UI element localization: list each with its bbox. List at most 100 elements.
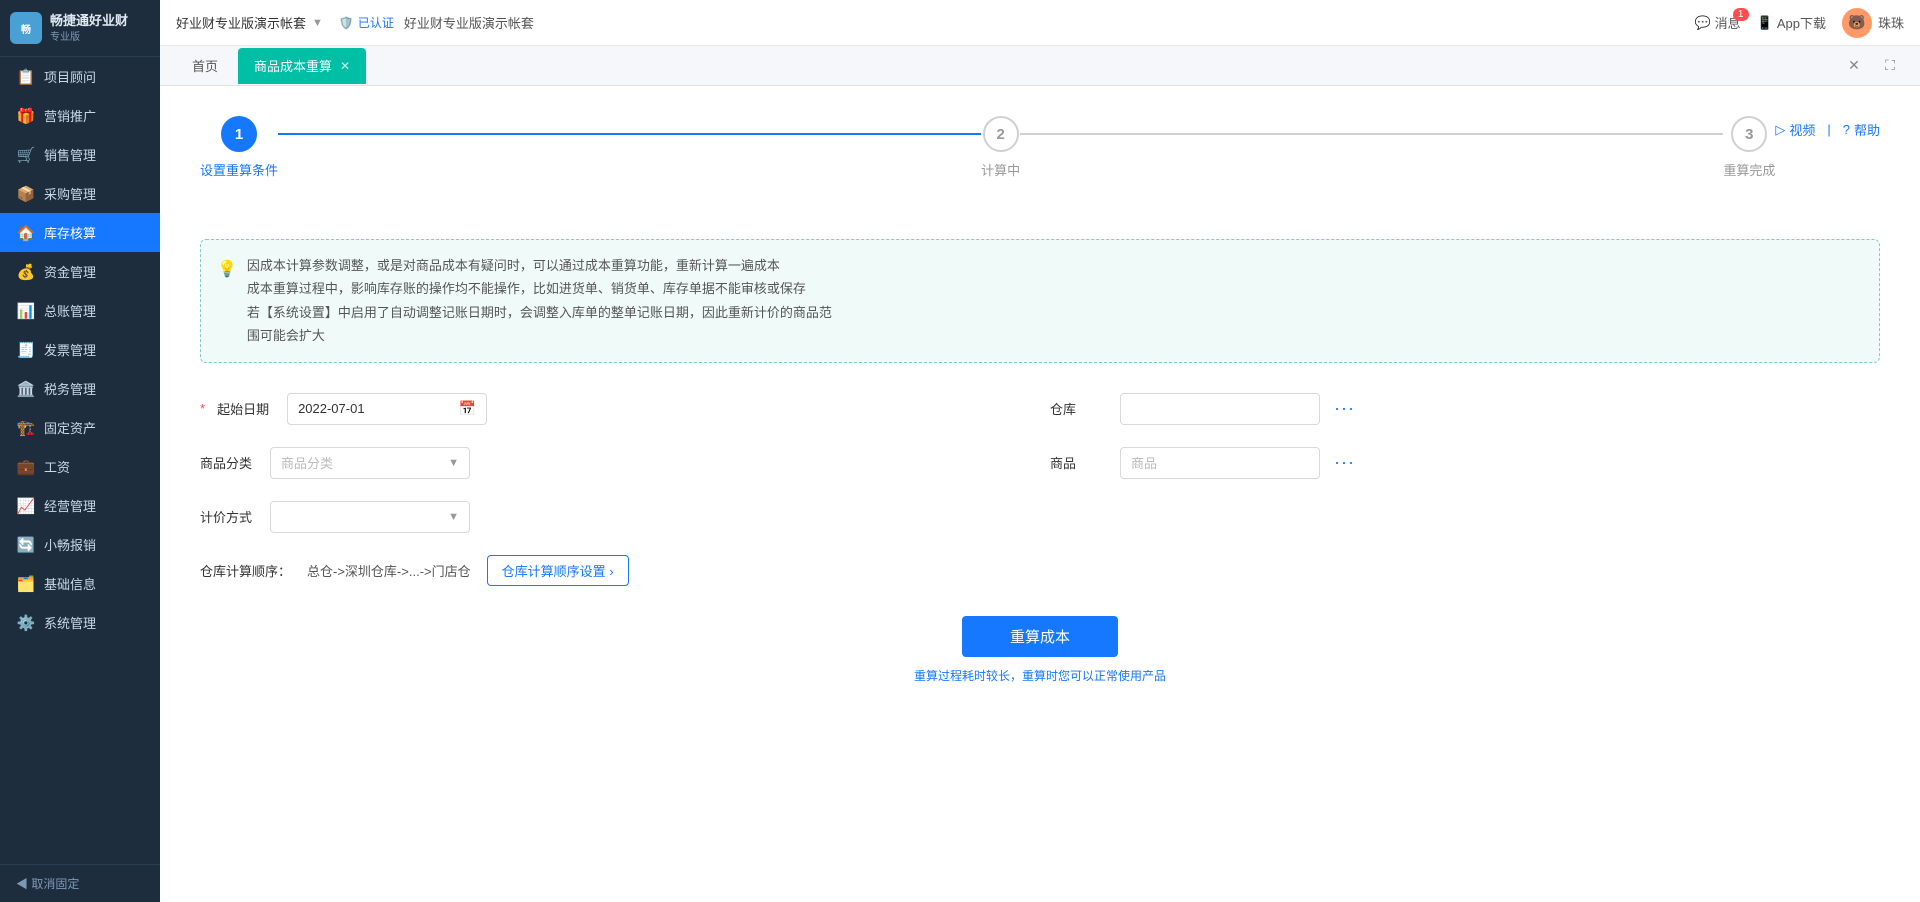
info-box: 💡 因成本计算参数调整，或是对商品成本有疑问时，可以通过成本重算功能，重新计算一… (200, 239, 1880, 363)
warehouse-input[interactable] (1120, 393, 1320, 425)
invoice-icon: 🧾 (16, 341, 36, 359)
sidebar-nav: 📋 项目顾问 🎁 营销推广 🛒 销售管理 📦 采购管理 🏠 库存核算 💰 资金管… (0, 57, 160, 864)
product-label: 商品 (1050, 453, 1110, 472)
category-placeholder: 商品分类 (281, 453, 333, 472)
purchase-icon: 📦 (16, 185, 36, 203)
form-row-2: 商品分类 商品分类 ▼ 商品 商品 ··· (200, 447, 1880, 479)
sidebar-item-label: 工资 (44, 457, 70, 476)
pricing-group: 计价方式 ▼ (200, 501, 1880, 533)
sidebar-item-basic[interactable]: 🗂️ 基础信息 (0, 564, 160, 603)
sidebar-item-label: 项目顾问 (44, 67, 96, 86)
step-1: 1 设置重算条件 (200, 116, 278, 179)
sidebar-item-sales[interactable]: 🛒 销售管理 (0, 135, 160, 174)
sidebar-item-label: 资金管理 (44, 262, 96, 281)
sidebar-item-accounting[interactable]: 📊 总账管理 (0, 291, 160, 330)
product-input[interactable]: 商品 (1120, 447, 1320, 479)
play-icon: ▷ (1775, 122, 1785, 138)
sidebar-item-salary[interactable]: 💼 工资 (0, 447, 160, 486)
warehouse-more-button[interactable]: ··· (1330, 398, 1359, 419)
steps-helper: ▷ 视频 | ? 帮助 (1775, 116, 1880, 139)
sidebar-item-label: 基础信息 (44, 574, 96, 593)
warehouse-order-value: 总仓->深圳仓库->...->门店仓 (307, 561, 471, 580)
info-line-4: 围可能会扩大 (247, 324, 832, 347)
app-download-label: App下载 (1777, 13, 1826, 32)
account-selector[interactable]: 好业财专业版演示帐套 ▼ (176, 13, 323, 32)
tab-recalc-label: 商品成本重算 (254, 56, 332, 75)
step-line-2 (1020, 133, 1723, 135)
sidebar-item-inventory[interactable]: 🏠 库存核算 (0, 213, 160, 252)
sidebar-item-project[interactable]: 📋 项目顾问 (0, 57, 160, 96)
sidebar-item-label: 发票管理 (44, 340, 96, 359)
video-button[interactable]: ▷ 视频 (1775, 120, 1815, 139)
category-chevron-down-icon: ▼ (448, 457, 459, 469)
warehouse-label: 仓库 (1050, 399, 1110, 418)
pricing-select[interactable]: ▼ (270, 501, 470, 533)
basic-icon: 🗂️ (16, 575, 36, 593)
step-1-circle: 1 (221, 116, 257, 152)
user-avatar[interactable]: 🐻 珠珠 (1842, 8, 1904, 38)
assets-icon: 🏗️ (16, 419, 36, 437)
sidebar: 畅 畅捷通好业财 专业版 📋 项目顾问 🎁 营销推广 🛒 销售管理 📦 采购管理… (0, 0, 160, 902)
tab-expand-button[interactable]: ⛶ (1876, 52, 1904, 80)
sidebar-item-tax[interactable]: 🏛️ 税务管理 (0, 369, 160, 408)
product-group: 商品 商品 ··· (1050, 447, 1880, 479)
avatar-image: 🐻 (1842, 8, 1872, 38)
operations-icon: 📈 (16, 497, 36, 515)
sidebar-item-invoice[interactable]: 🧾 发票管理 (0, 330, 160, 369)
sidebar-item-label: 库存核算 (44, 223, 96, 242)
sidebar-item-operations[interactable]: 📈 经营管理 (0, 486, 160, 525)
category-select[interactable]: 商品分类 ▼ (270, 447, 470, 479)
tab-recalc[interactable]: 商品成本重算 ✕ (238, 48, 366, 84)
app-logo: 畅 (10, 12, 42, 44)
info-line-3: 若【系统设置】中启用了自动调整记账日期时，会调整入库单的整单记账日期，因此重新计… (247, 301, 832, 324)
message-button[interactable]: 💬 消息 1 (1694, 13, 1740, 32)
help-button[interactable]: ? 帮助 (1843, 120, 1880, 139)
sidebar-item-marketing[interactable]: 🎁 营销推广 (0, 96, 160, 135)
phone-icon: 📱 (1757, 15, 1773, 31)
page-content: 1 设置重算条件 2 计算中 3 重算完成 (160, 86, 1920, 902)
message-icon: 💬 (1694, 15, 1710, 31)
info-line-2: 成本重算过程中，影响库存账的操作均不能操作，比如进货单、销货单、库存单据不能审核… (247, 277, 832, 300)
step-2-circle: 2 (983, 116, 1019, 152)
sidebar-item-expense[interactable]: 🔄 小畅报销 (0, 525, 160, 564)
steps-indicator: 1 设置重算条件 2 计算中 3 重算完成 (200, 116, 1775, 179)
finance-icon: 💰 (16, 263, 36, 281)
tab-home-label: 首页 (192, 56, 218, 75)
sidebar-item-purchase[interactable]: 📦 采购管理 (0, 174, 160, 213)
start-date-value: 2022-07-01 (298, 401, 365, 416)
sidebar-header: 畅 畅捷通好业财 专业版 (0, 0, 160, 57)
start-date-input[interactable]: 2022-07-01 📅 (287, 393, 487, 425)
sidebar-item-label: 营销推广 (44, 106, 96, 125)
shield-icon: 🛡️ (339, 16, 354, 30)
form-row-1: * 起始日期 2022-07-01 📅 仓库 ··· (200, 393, 1880, 425)
step-line-1 (278, 133, 981, 135)
tabbar: 首页 商品成本重算 ✕ ✕ ⛶ (160, 46, 1920, 86)
sidebar-item-finance[interactable]: 💰 资金管理 (0, 252, 160, 291)
verified-badge: 🛡️ 已认证 (339, 14, 394, 31)
step-2-label: 计算中 (981, 160, 1020, 179)
project-icon: 📋 (16, 68, 36, 86)
warehouse-order-row: 仓库计算顺序： 总仓->深圳仓库->...->门店仓 仓库计算顺序设置 › (200, 555, 1880, 586)
sidebar-item-label: 税务管理 (44, 379, 96, 398)
sidebar-pin-toggle[interactable]: ◀ 取消固定 (0, 864, 160, 902)
tab-close-window-button[interactable]: ✕ (1840, 52, 1868, 80)
sidebar-item-label: 经营管理 (44, 496, 96, 515)
product-more-button[interactable]: ··· (1330, 452, 1359, 473)
sidebar-item-system[interactable]: ⚙️ 系统管理 (0, 603, 160, 642)
recalc-section: 重算成本 重算过程耗时较长，重算时您可以正常使用产品 (200, 616, 1880, 684)
recalc-button[interactable]: 重算成本 (962, 616, 1118, 657)
dropdown-icon: ▼ (312, 17, 323, 29)
topbar-actions: 💬 消息 1 📱 App下载 🐻 珠珠 (1694, 8, 1904, 38)
sidebar-item-assets[interactable]: 🏗️ 固定资产 (0, 408, 160, 447)
app-download-button[interactable]: 📱 App下载 (1757, 13, 1826, 32)
tab-close-icon[interactable]: ✕ (340, 59, 350, 73)
tab-home[interactable]: 首页 (176, 48, 234, 84)
sidebar-item-label: 固定资产 (44, 418, 96, 437)
warehouse-order-label: 仓库计算顺序： (200, 561, 291, 580)
product-placeholder: 商品 (1131, 453, 1157, 472)
topbar: 好业财专业版演示帐套 ▼ 🛡️ 已认证 好业财专业版演示帐套 💬 消息 1 📱 … (160, 0, 1920, 46)
accounting-icon: 📊 (16, 302, 36, 320)
warehouse-order-settings-button[interactable]: 仓库计算顺序设置 › (487, 555, 629, 586)
sidebar-item-label: 小畅报销 (44, 535, 96, 554)
start-date-group: * 起始日期 2022-07-01 📅 (200, 393, 1030, 425)
